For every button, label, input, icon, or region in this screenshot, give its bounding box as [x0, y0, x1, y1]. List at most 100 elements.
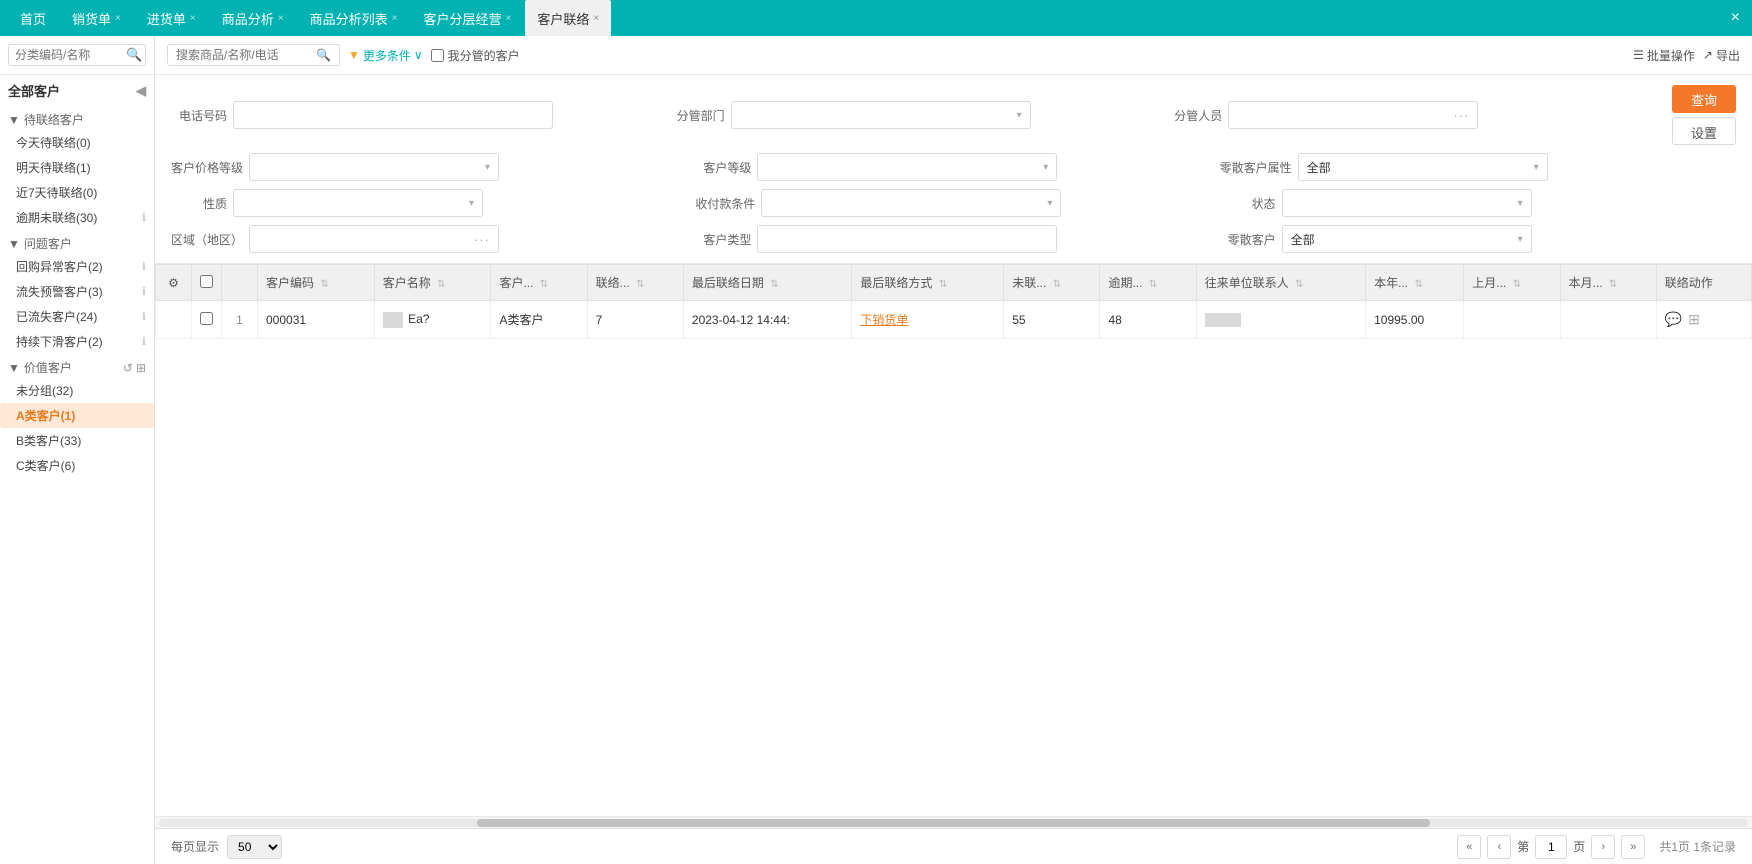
close-tab-product-analysis-list[interactable]: × [392, 13, 398, 24]
next-page-btn[interactable]: › [1591, 835, 1615, 859]
last-contact-method-link[interactable]: 下销货单 [860, 313, 908, 327]
cust-avatar [383, 312, 403, 328]
data-table-container: ⚙ 客户编码 ⇅ 客户名称 ⇅ [155, 264, 1752, 816]
col-last-contact-date[interactable]: 最后联络日期 ⇅ [683, 265, 851, 301]
filter-form: 电话号码 分管部门 ▾ 分管人员 ··· [155, 75, 1752, 264]
tab-product-analysis-list[interactable]: 商品分析列表 × [298, 0, 410, 36]
row-action: 💬 ⊞ [1656, 301, 1751, 339]
sidebar-item-class-a[interactable]: A类客户(1) [0, 403, 154, 428]
col-gear[interactable]: ⚙ [156, 265, 192, 301]
retail-attr-label: 零散客户属性 [1220, 159, 1292, 176]
close-tab-purchase[interactable]: × [190, 13, 196, 24]
sidebar-item-declining[interactable]: 持续下滑客户(2) ℹ [0, 329, 154, 354]
value-group-config-icon[interactable]: ⊞ [136, 361, 146, 375]
first-page-btn[interactable]: « [1457, 835, 1481, 859]
sidebar-all-customers[interactable]: 全部客户 ◀ [0, 75, 154, 106]
sidebar-item-churned[interactable]: 已流失客户(24) ℹ [0, 304, 154, 329]
cust-level-select[interactable]: ▾ [757, 153, 1057, 181]
page-num-input[interactable] [1535, 835, 1567, 859]
sidebar-item-today[interactable]: 今天待联络(0) [0, 130, 154, 155]
tab-customer-contact[interactable]: 客户联络 × [525, 0, 611, 36]
table-header-row: ⚙ 客户编码 ⇅ 客户名称 ⇅ [156, 265, 1752, 301]
col-last-contact-method[interactable]: 最后联络方式 ⇅ [852, 265, 1004, 301]
close-tab-sales[interactable]: × [115, 13, 121, 24]
cust-type-select[interactable] [757, 225, 1057, 253]
col-no-contact[interactable]: 未联... ⇅ [1004, 265, 1100, 301]
value-group-refresh-icon[interactable]: ↺ [123, 361, 133, 375]
my-customers-check[interactable] [431, 49, 444, 62]
price-level-select[interactable]: ▾ [249, 153, 499, 181]
prev-page-btn[interactable]: ‹ [1487, 835, 1511, 859]
cust-level-chevron-icon: ▾ [1043, 162, 1048, 173]
dept-select[interactable]: ▾ [731, 101, 1031, 129]
tab-purchase[interactable]: 进货单 × [135, 0, 208, 36]
phone-input[interactable] [233, 101, 553, 129]
sidebar-group-problem: ▼ 问题客户 [0, 230, 154, 254]
export-btn[interactable]: ↗ 导出 [1703, 47, 1740, 64]
content-area: 🔍 ▼ 更多条件 ∨ 我分管的客户 ☰ 批量操作 ↗ 导出 [155, 36, 1752, 864]
total-records-label: 共1页 1条记录 [1659, 838, 1736, 855]
col-overdue[interactable]: 逾期... ⇅ [1100, 265, 1196, 301]
sidebar-item-churn-warning[interactable]: 流失预警客户(3) ℹ [0, 279, 154, 304]
per-page-select[interactable]: 50 100 200 [227, 835, 282, 859]
table-row: 1 000031 Ea? A类客户 7 2023-04-12 14:44: 下销… [156, 301, 1752, 339]
filter-search-box: 🔍 [167, 44, 340, 66]
sidebar-group-pending-label: 待联络客户 [24, 111, 84, 128]
export-icon: ↗ [1703, 48, 1713, 62]
per-page-label: 每页显示 [171, 838, 219, 855]
setting-button[interactable]: 设置 [1672, 117, 1736, 145]
tab-customer-segment[interactable]: 客户分层经营 × [411, 0, 523, 36]
status-select[interactable]: ▾ [1282, 189, 1532, 217]
sidebar-all-customers-label: 全部客户 [8, 81, 60, 100]
batch-op-btn[interactable]: ☰ 批量操作 [1633, 47, 1695, 64]
sidebar-item-tomorrow[interactable]: 明天待联络(1) [0, 155, 154, 180]
last-page-btn[interactable]: » [1621, 835, 1645, 859]
pay-condition-select[interactable]: ▾ [761, 189, 1061, 217]
retail-cust-chevron-icon: ▾ [1518, 234, 1523, 245]
col-this-month[interactable]: 本月... ⇅ [1560, 265, 1656, 301]
sidebar-item-class-c[interactable]: C类客户(6) [0, 453, 154, 478]
sidebar-item-7days[interactable]: 近7天待联络(0) [0, 180, 154, 205]
row-checkbox[interactable] [200, 312, 213, 325]
horizontal-scrollbar[interactable] [155, 816, 1752, 828]
close-tab-customer-segment[interactable]: × [505, 13, 511, 24]
nature-label: 性质 [171, 195, 227, 212]
col-unit-contact[interactable]: 往来单位联系人 ⇅ [1196, 265, 1365, 301]
col-last-month[interactable]: 上月... ⇅ [1464, 265, 1560, 301]
retail-cust-select[interactable]: 全部 ▾ [1282, 225, 1532, 253]
sidebar-item-unclassified[interactable]: 未分组(32) [0, 378, 154, 403]
row-num: 1 [222, 301, 258, 339]
region-select[interactable]: ··· [249, 225, 499, 253]
sidebar-item-repurchase-abnormal[interactable]: 回购异常客户(2) ℹ [0, 254, 154, 279]
sidebar-group-problem-tri: ▼ [8, 237, 20, 251]
select-all-checkbox[interactable] [200, 275, 213, 288]
retail-attr-select[interactable]: 全部 ▾ [1298, 153, 1548, 181]
more-action-icon[interactable]: ⊞ [1688, 311, 1700, 328]
col-cust-level[interactable]: 客户... ⇅ [491, 265, 587, 301]
nature-select[interactable]: ▾ [233, 189, 483, 217]
filter-search-icon[interactable]: 🔍 [316, 48, 331, 62]
col-cust-name[interactable]: 客户名称 ⇅ [374, 265, 491, 301]
region-dots-icon: ··· [474, 232, 490, 247]
query-button[interactable]: 查询 [1672, 85, 1736, 113]
close-tab-product-analysis[interactable]: × [278, 13, 284, 24]
unit-contact-placeholder [1205, 313, 1241, 327]
tab-sales[interactable]: 销货单 × [60, 0, 133, 36]
scrollbar-thumb[interactable] [477, 819, 1430, 827]
message-action-icon[interactable]: 💬 [1665, 311, 1682, 328]
filter-search-input[interactable] [176, 48, 316, 62]
tab-home[interactable]: 首页 [8, 0, 58, 36]
close-all-tabs[interactable]: × [1731, 9, 1740, 27]
my-customers-checkbox[interactable]: 我分管的客户 [431, 47, 520, 64]
col-cust-code[interactable]: 客户编码 ⇅ [258, 265, 375, 301]
cust-level-label: 客户等级 [695, 159, 751, 176]
more-conditions-btn[interactable]: ▼ 更多条件 ∨ [348, 47, 423, 64]
sidebar-item-class-b[interactable]: B类客户(33) [0, 428, 154, 453]
sidebar-item-overdue[interactable]: 逾期未联络(30) ℹ [0, 205, 154, 230]
sidebar-search-icon[interactable]: 🔍 [126, 47, 142, 63]
close-tab-customer-contact[interactable]: × [593, 13, 599, 24]
tab-product-analysis[interactable]: 商品分析 × [210, 0, 296, 36]
col-this-year[interactable]: 本年... ⇅ [1366, 265, 1464, 301]
col-contact[interactable]: 联络... ⇅ [587, 265, 683, 301]
manager-select[interactable]: ··· [1228, 101, 1478, 129]
